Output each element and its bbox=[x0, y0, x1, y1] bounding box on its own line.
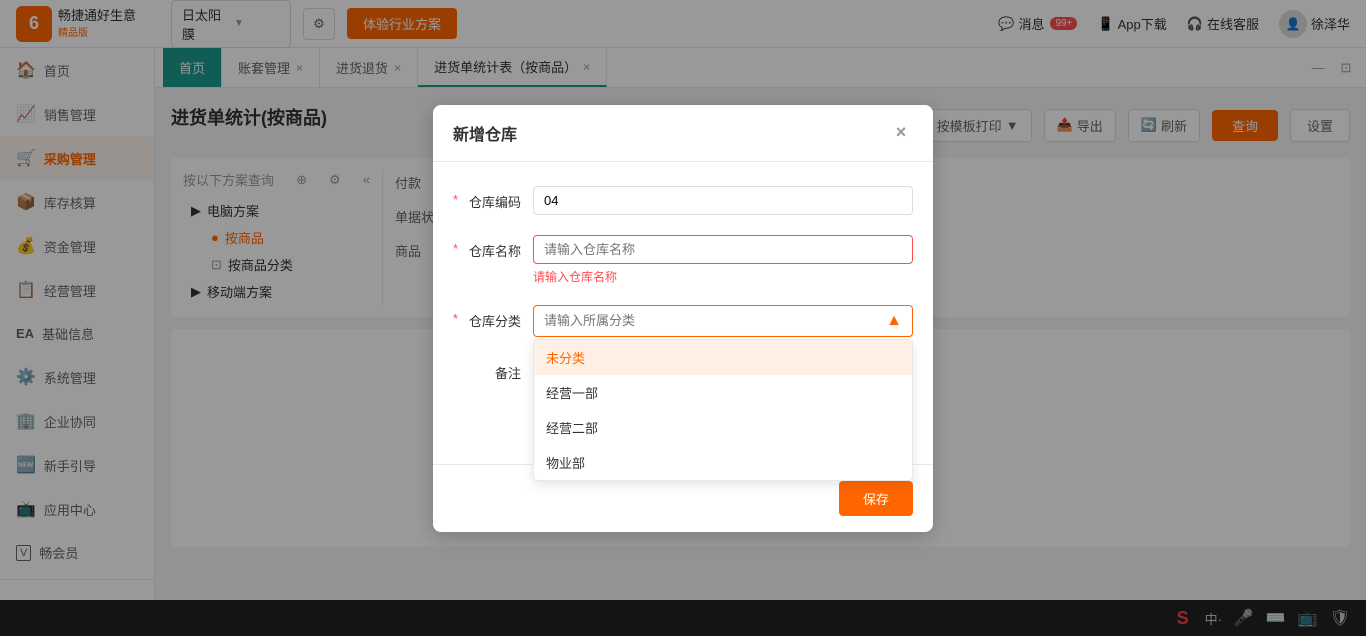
modal-close-btn[interactable]: × bbox=[889, 121, 913, 145]
name-error-msg: 请输入仓库名称 bbox=[533, 268, 913, 285]
category-label: 仓库分类 bbox=[453, 305, 533, 330]
category-input[interactable] bbox=[544, 313, 886, 328]
remark-label: 备注 bbox=[453, 357, 533, 382]
modal-title: 新增仓库 bbox=[453, 121, 517, 145]
dropdown-item-property[interactable]: 物业部 bbox=[534, 445, 912, 480]
category-select-box[interactable]: ▲ bbox=[533, 305, 913, 337]
name-wrap: 请输入仓库名称 bbox=[533, 235, 913, 285]
form-row-name: 仓库名称 请输入仓库名称 bbox=[453, 235, 913, 285]
dropdown-item-dept2[interactable]: 经营二部 bbox=[534, 410, 912, 445]
form-row-code: 仓库编码 bbox=[453, 186, 913, 215]
code-wrap bbox=[533, 186, 913, 215]
modal-overlay[interactable]: 新增仓库 × 仓库编码 仓库名称 请输入仓库名称 仓库分类 bbox=[0, 0, 1366, 636]
name-input[interactable] bbox=[533, 235, 913, 264]
dropdown-item-dept1[interactable]: 经营一部 bbox=[534, 375, 912, 410]
category-toggle-icon[interactable]: ▲ bbox=[886, 312, 902, 330]
category-dropdown: 未分类 经营一部 经营二部 物业部 bbox=[533, 339, 913, 481]
modal-header: 新增仓库 × bbox=[433, 105, 933, 162]
code-label: 仓库编码 bbox=[453, 186, 533, 211]
modal-body: 仓库编码 仓库名称 请输入仓库名称 仓库分类 ▲ bbox=[433, 162, 933, 464]
code-input[interactable] bbox=[533, 186, 913, 215]
name-label: 仓库名称 bbox=[453, 235, 533, 260]
form-row-category: 仓库分类 ▲ 未分类 经营一部 经营二部 物业部 bbox=[453, 305, 913, 337]
new-warehouse-modal: 新增仓库 × 仓库编码 仓库名称 请输入仓库名称 仓库分类 bbox=[433, 105, 933, 532]
dropdown-item-uncategorized[interactable]: 未分类 bbox=[534, 340, 912, 375]
save-button[interactable]: 保存 bbox=[839, 481, 913, 516]
category-wrap: ▲ 未分类 经营一部 经营二部 物业部 bbox=[533, 305, 913, 337]
